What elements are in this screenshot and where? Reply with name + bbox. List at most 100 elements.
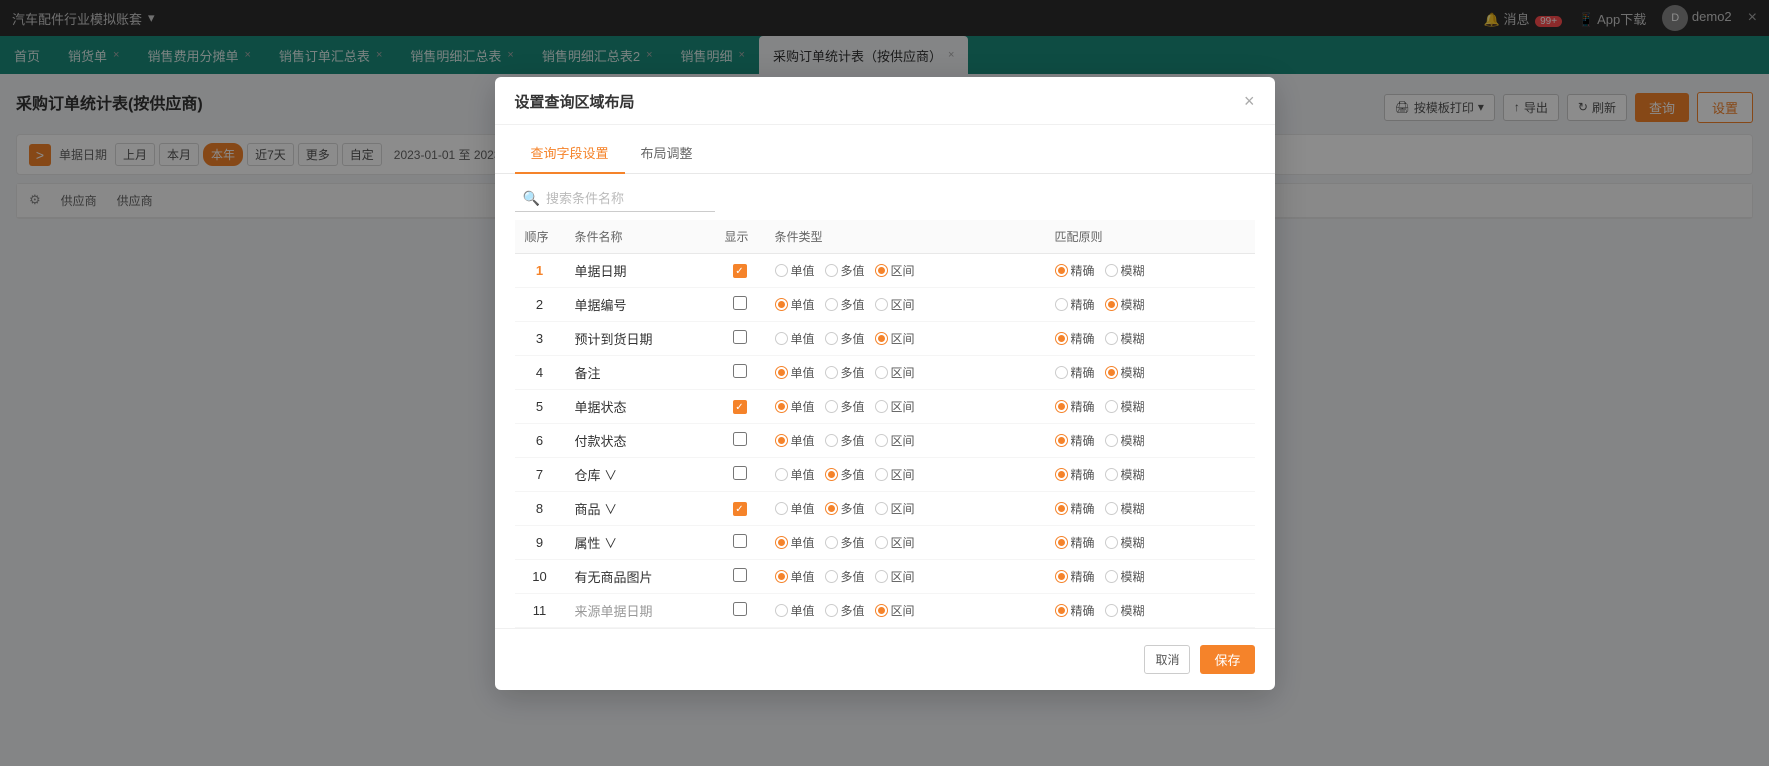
radio-match-精确[interactable]: 精确 bbox=[1055, 500, 1095, 517]
cancel-button[interactable]: 取消 bbox=[1144, 645, 1190, 674]
radio-type-单值[interactable]: 单值 bbox=[775, 534, 815, 551]
table-row: 11来源单据日期单值多值区间精确模糊 bbox=[515, 593, 1255, 627]
row-type-cell: 单值多值区间 bbox=[765, 389, 1045, 423]
radio-type-单值[interactable]: 单值 bbox=[775, 432, 815, 449]
radio-match-精确[interactable]: 精确 bbox=[1055, 398, 1095, 415]
radio-match-模糊[interactable]: 模糊 bbox=[1105, 466, 1145, 483]
table-row: 9属性 ∨单值多值区间精确模糊 bbox=[515, 525, 1255, 559]
radio-type-区间[interactable]: 区间 bbox=[875, 296, 915, 313]
radio-match-精确[interactable]: 精确 bbox=[1055, 296, 1095, 313]
search-input[interactable] bbox=[546, 191, 706, 206]
row-type-cell: 单值多值区间 bbox=[765, 253, 1045, 287]
tab-layout-adjust-label: 布局调整 bbox=[641, 146, 693, 161]
radio-type-多值[interactable]: 多值 bbox=[825, 296, 865, 313]
display-checkbox[interactable] bbox=[733, 296, 747, 310]
radio-type-区间[interactable]: 区间 bbox=[875, 534, 915, 551]
save-button[interactable]: 保存 bbox=[1200, 645, 1254, 674]
radio-type-单值[interactable]: 单值 bbox=[775, 262, 815, 279]
display-checkbox[interactable] bbox=[733, 330, 747, 344]
row-condition-name: 单据日期 bbox=[565, 253, 715, 287]
row-match-cell: 精确模糊 bbox=[1045, 389, 1255, 423]
radio-dot bbox=[1055, 468, 1068, 481]
radio-type-多值[interactable]: 多值 bbox=[825, 364, 865, 381]
radio-match-精确[interactable]: 精确 bbox=[1055, 466, 1095, 483]
radio-dot bbox=[825, 400, 838, 413]
radio-match-模糊[interactable]: 模糊 bbox=[1105, 602, 1145, 619]
radio-type-单值[interactable]: 单值 bbox=[775, 398, 815, 415]
radio-match-精确[interactable]: 精确 bbox=[1055, 330, 1095, 347]
radio-type-区间[interactable]: 区间 bbox=[875, 432, 915, 449]
radio-dot bbox=[1055, 298, 1068, 311]
radio-match-模糊[interactable]: 模糊 bbox=[1105, 500, 1145, 517]
radio-type-多值[interactable]: 多值 bbox=[825, 262, 865, 279]
row-match-cell: 精确模糊 bbox=[1045, 457, 1255, 491]
search-box: 🔍 bbox=[515, 186, 715, 212]
display-checkbox-checked[interactable] bbox=[733, 502, 747, 516]
radio-type-多值[interactable]: 多值 bbox=[825, 398, 865, 415]
radio-type-区间[interactable]: 区间 bbox=[875, 568, 915, 585]
radio-match-精确[interactable]: 精确 bbox=[1055, 432, 1095, 449]
radio-dot bbox=[775, 264, 788, 277]
radio-type-单值[interactable]: 单值 bbox=[775, 296, 815, 313]
row-condition-name: 备注 bbox=[565, 355, 715, 389]
radio-dot bbox=[825, 434, 838, 447]
radio-type-区间[interactable]: 区间 bbox=[875, 602, 915, 619]
radio-type-多值[interactable]: 多值 bbox=[825, 330, 865, 347]
radio-type-区间[interactable]: 区间 bbox=[875, 398, 915, 415]
radio-match-精确[interactable]: 精确 bbox=[1055, 568, 1095, 585]
radio-type-单值[interactable]: 单值 bbox=[775, 602, 815, 619]
radio-type-多值[interactable]: 多值 bbox=[825, 432, 865, 449]
row-order-link[interactable]: 1 bbox=[536, 263, 543, 278]
row-display-cell bbox=[715, 423, 765, 457]
tab-layout-adjust[interactable]: 布局调整 bbox=[625, 137, 709, 174]
radio-type-区间[interactable]: 区间 bbox=[875, 330, 915, 347]
radio-match-精确[interactable]: 精确 bbox=[1055, 262, 1095, 279]
radio-type-单值[interactable]: 单值 bbox=[775, 500, 815, 517]
radio-match-模糊[interactable]: 模糊 bbox=[1105, 534, 1145, 551]
display-checkbox-checked[interactable] bbox=[733, 400, 747, 414]
row-match-cell: 精确模糊 bbox=[1045, 355, 1255, 389]
radio-match-模糊[interactable]: 模糊 bbox=[1105, 432, 1145, 449]
radio-dot bbox=[825, 502, 838, 515]
radio-type-单值[interactable]: 单值 bbox=[775, 330, 815, 347]
row-type-cell: 单值多值区间 bbox=[765, 491, 1045, 525]
save-label: 保存 bbox=[1214, 653, 1240, 668]
radio-match-精确[interactable]: 精确 bbox=[1055, 534, 1095, 551]
row-condition-name: 来源单据日期 bbox=[565, 593, 715, 627]
radio-type-区间[interactable]: 区间 bbox=[875, 500, 915, 517]
tab-query-fields-label: 查询字段设置 bbox=[531, 146, 609, 161]
radio-dot bbox=[775, 570, 788, 583]
display-checkbox[interactable] bbox=[733, 602, 747, 616]
radio-type-多值[interactable]: 多值 bbox=[825, 466, 865, 483]
radio-type-区间[interactable]: 区间 bbox=[875, 364, 915, 381]
radio-type-多值[interactable]: 多值 bbox=[825, 602, 865, 619]
display-checkbox[interactable] bbox=[733, 432, 747, 446]
radio-type-区间[interactable]: 区间 bbox=[875, 262, 915, 279]
radio-match-模糊[interactable]: 模糊 bbox=[1105, 364, 1145, 381]
radio-dot bbox=[1055, 434, 1068, 447]
radio-match-精确[interactable]: 精确 bbox=[1055, 364, 1095, 381]
display-checkbox[interactable] bbox=[733, 568, 747, 582]
radio-dot bbox=[1055, 264, 1068, 277]
row-display-cell bbox=[715, 287, 765, 321]
radio-type-单值[interactable]: 单值 bbox=[775, 568, 815, 585]
radio-match-模糊[interactable]: 模糊 bbox=[1105, 568, 1145, 585]
tab-query-fields[interactable]: 查询字段设置 bbox=[515, 137, 625, 174]
radio-type-单值[interactable]: 单值 bbox=[775, 466, 815, 483]
table-row: 4备注单值多值区间精确模糊 bbox=[515, 355, 1255, 389]
display-checkbox-checked[interactable] bbox=[733, 264, 747, 278]
radio-match-模糊[interactable]: 模糊 bbox=[1105, 262, 1145, 279]
display-checkbox[interactable] bbox=[733, 466, 747, 480]
dialog-close-button[interactable]: × bbox=[1244, 92, 1255, 110]
radio-match-模糊[interactable]: 模糊 bbox=[1105, 398, 1145, 415]
radio-type-多值[interactable]: 多值 bbox=[825, 534, 865, 551]
radio-match-模糊[interactable]: 模糊 bbox=[1105, 330, 1145, 347]
radio-type-多值[interactable]: 多值 bbox=[825, 500, 865, 517]
display-checkbox[interactable] bbox=[733, 534, 747, 548]
display-checkbox[interactable] bbox=[733, 364, 747, 378]
radio-match-模糊[interactable]: 模糊 bbox=[1105, 296, 1145, 313]
radio-type-多值[interactable]: 多值 bbox=[825, 568, 865, 585]
radio-type-区间[interactable]: 区间 bbox=[875, 466, 915, 483]
radio-match-精确[interactable]: 精确 bbox=[1055, 602, 1095, 619]
radio-type-单值[interactable]: 单值 bbox=[775, 364, 815, 381]
